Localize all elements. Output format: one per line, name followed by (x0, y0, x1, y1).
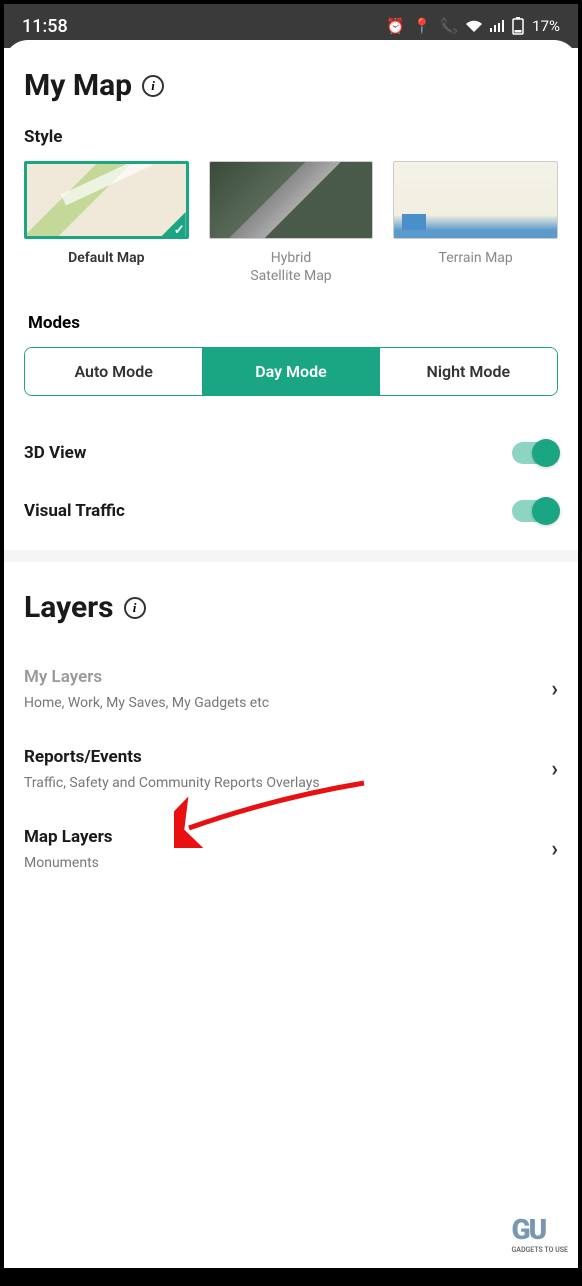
nav-bar (4, 1268, 578, 1282)
status-time: 11:58 (22, 16, 68, 37)
toggle-switch-traffic[interactable] (512, 500, 558, 522)
chevron-right-icon: › (551, 677, 558, 702)
toggle-switch-3d[interactable] (512, 442, 558, 464)
layer-desc: Home, Work, My Saves, My Gadgets etc (24, 695, 269, 711)
layer-my-layers[interactable]: My Layers Home, Work, My Saves, My Gadge… (24, 649, 558, 729)
wifi-icon (466, 20, 482, 32)
mode-night[interactable]: Night Mode (380, 348, 557, 395)
mode-buttons: Auto Mode Day Mode Night Mode (24, 347, 558, 396)
style-default-map[interactable]: Default Map (24, 161, 189, 285)
layer-title: Map Layers (24, 827, 113, 847)
location-icon: 📍 (413, 17, 432, 35)
style-terrain-map[interactable]: Terrain Map (393, 161, 558, 285)
style-options: Default Map Hybrid Satellite Map Terrain… (24, 161, 558, 285)
battery-icon (512, 17, 524, 35)
layer-title: Reports/Events (24, 747, 320, 767)
call-icon: 📞 (439, 17, 458, 35)
battery-percent: 17% (532, 17, 560, 35)
checkmark-icon (162, 212, 186, 236)
style-label-text: Default Map (68, 249, 144, 267)
default-map-thumb (24, 161, 189, 239)
layer-desc: Monuments (24, 855, 113, 871)
info-icon[interactable]: i (142, 75, 164, 97)
style-hybrid-satellite[interactable]: Hybrid Satellite Map (209, 161, 374, 285)
section-divider (4, 550, 578, 562)
toggle-visual-traffic: Visual Traffic (24, 482, 558, 540)
layer-reports-events[interactable]: Reports/Events Traffic, Safety and Commu… (24, 729, 558, 809)
page-title: My Map (24, 68, 132, 103)
signal-icon (490, 20, 504, 32)
chevron-right-icon: › (551, 837, 558, 862)
toggle-3d-view: 3D View (24, 424, 558, 482)
toggle-label: Visual Traffic (24, 501, 125, 521)
info-icon[interactable]: i (124, 597, 146, 619)
toggle-label: 3D View (24, 443, 86, 463)
style-label: Style (24, 127, 558, 147)
layers-title: Layers (24, 590, 114, 625)
mode-day[interactable]: Day Mode (202, 348, 379, 395)
chevron-right-icon: › (551, 757, 558, 782)
status-icons: ⏰ 📍 📞 17% (386, 17, 560, 35)
hybrid-map-thumb (209, 161, 374, 239)
layer-map-layers[interactable]: Map Layers Monuments › (24, 809, 558, 889)
layer-desc: Traffic, Safety and Community Reports Ov… (24, 775, 320, 791)
layers-header: Layers i (24, 590, 558, 625)
modes-label: Modes (28, 313, 558, 333)
mode-auto[interactable]: Auto Mode (25, 348, 202, 395)
alarm-icon: ⏰ (386, 17, 405, 35)
layer-title: My Layers (24, 667, 269, 687)
terrain-map-thumb (393, 161, 558, 239)
watermark: GU GADGETS TO USE (512, 1213, 568, 1254)
style-label-text: Terrain Map (439, 249, 513, 267)
style-label-text: Hybrid Satellite Map (250, 249, 331, 285)
page-header: My Map i (24, 68, 558, 103)
